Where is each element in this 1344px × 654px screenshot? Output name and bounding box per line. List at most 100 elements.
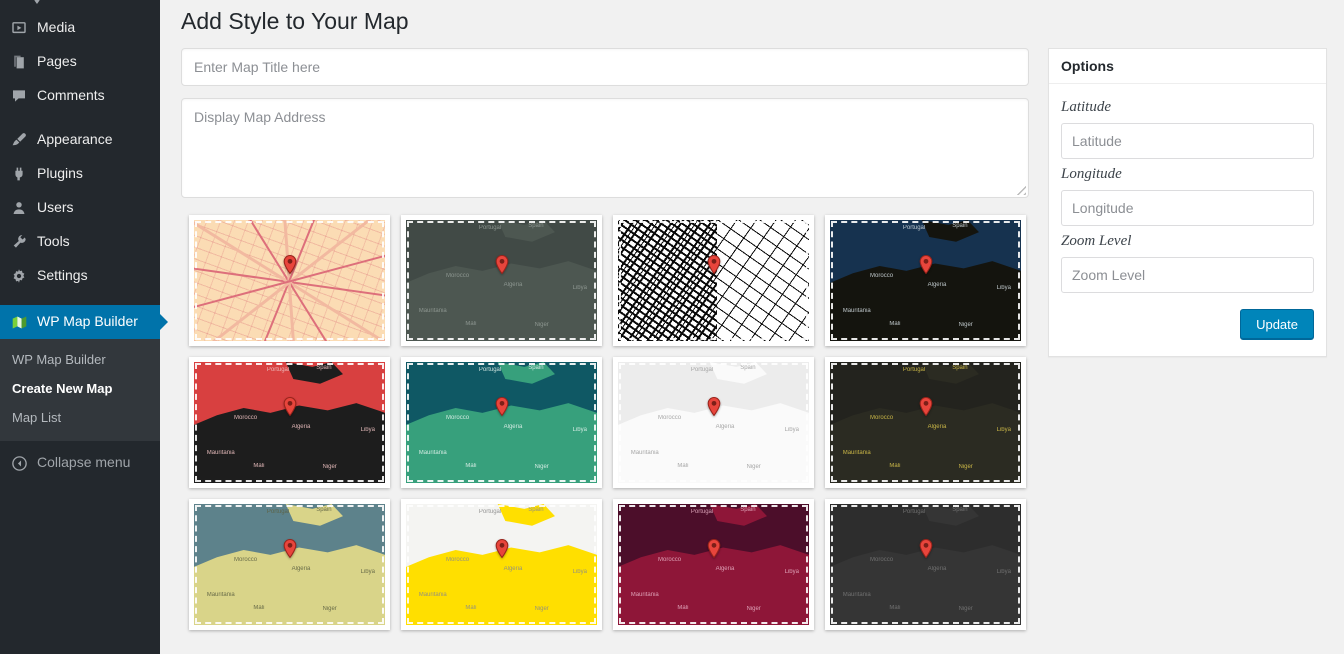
longitude-input[interactable] — [1061, 190, 1314, 226]
country-label: Mauritania — [206, 449, 235, 456]
sidebar-item-plugins[interactable]: Plugins — [0, 157, 160, 191]
country-label: Niger — [534, 606, 549, 613]
country-label: Niger — [746, 606, 761, 613]
country-label: Niger — [322, 606, 337, 613]
map-style-preview: Portugal Spain Morocco Algeria Mauritania Mal… — [194, 362, 385, 483]
pin-icon — [34, 0, 40, 4]
country-label: Spain — [316, 365, 332, 372]
country-label: Algeria — [503, 424, 523, 431]
land-shape — [194, 545, 385, 625]
map-marker-icon — [495, 255, 508, 279]
sidebar-item-wp-map-builder[interactable]: WP Map Builder — [0, 305, 160, 339]
country-label: Libya — [784, 568, 799, 575]
users-icon — [9, 198, 29, 218]
country-label: Mali — [677, 463, 689, 470]
country-label: Portugal — [478, 509, 502, 516]
map-style-preview: Portugal Spain Morocco Algeria Mauritania Mal… — [830, 220, 1021, 341]
update-button[interactable]: Update — [1240, 309, 1314, 340]
country-label: Niger — [534, 464, 549, 471]
tools-icon — [9, 232, 29, 252]
map-title-input[interactable] — [181, 48, 1029, 86]
map-style-preview — [194, 220, 385, 341]
sidebar-item-label: Media — [37, 19, 76, 36]
sidebar-item-users[interactable]: Users — [0, 191, 160, 225]
map-style-tile-dark-satellite[interactable]: Portugal Spain Morocco Algeria Mauritania Mal… — [825, 215, 1026, 346]
country-label: Spain — [528, 365, 544, 372]
map-style-tile-bright-yellow[interactable]: Portugal Spain Morocco Algeria Mauritania Mal… — [401, 499, 602, 630]
country-label: Algeria — [927, 566, 947, 573]
country-label: Morocco — [446, 556, 470, 563]
country-label: Algeria — [291, 424, 311, 431]
map-marker-icon — [283, 397, 296, 421]
map-style-tile-dark-flat[interactable]: Portugal Spain Morocco Algeria Mauritania Mal… — [401, 215, 602, 346]
sidebar-item-pages[interactable]: Pages — [0, 45, 160, 79]
country-label: Niger — [534, 322, 549, 329]
collapse-menu-button[interactable]: Collapse menu — [0, 446, 160, 480]
map-style-tile-light-minimal[interactable]: Portugal Spain Morocco Algeria Mauritania Mal… — [613, 357, 814, 488]
country-label: Niger — [958, 464, 973, 471]
country-label: Mali — [889, 605, 901, 612]
map-marker-icon — [283, 255, 296, 279]
map-style-preview: Portugal Spain Morocco Algeria Mauritania Mal… — [406, 362, 597, 483]
wp-map-builder-submenu: WP Map Builder Create New Map Map List — [0, 339, 160, 441]
country-label: Mali — [677, 605, 689, 612]
country-label: Algeria — [927, 424, 947, 431]
sidebar-item-settings[interactable]: Settings — [0, 259, 160, 293]
sidebar-item-media[interactable]: Media — [0, 11, 160, 45]
country-label: Spain — [528, 507, 544, 514]
zoom-level-input[interactable] — [1061, 257, 1314, 293]
country-label: Portugal — [902, 225, 926, 232]
map-address-input[interactable] — [181, 98, 1029, 198]
land-shape — [618, 403, 809, 483]
submenu-item-map-list[interactable]: Map List — [0, 403, 160, 432]
sidebar-item-comments[interactable]: Comments — [0, 79, 160, 113]
country-label: Mauritania — [842, 591, 871, 598]
collapse-icon — [9, 453, 29, 473]
country-label: Mauritania — [206, 591, 235, 598]
country-label: Libya — [572, 284, 587, 291]
map-style-preview: Portugal Spain Morocco Algeria Mauritania Mal… — [406, 220, 597, 341]
plugins-icon — [9, 164, 29, 184]
country-label: Niger — [746, 464, 761, 471]
land-shape — [406, 403, 597, 483]
map-style-tile-teal-green[interactable]: Portugal Spain Morocco Algeria Mauritania Mal… — [401, 357, 602, 488]
map-style-tile-slate-yellow[interactable]: Portugal Spain Morocco Algeria Mauritania Mal… — [189, 499, 390, 630]
land-shape — [830, 403, 1021, 483]
map-style-tile-light-roads[interactable] — [189, 215, 390, 346]
sidebar-item-label: Plugins — [37, 165, 83, 182]
country-label: Niger — [958, 606, 973, 613]
options-actions: Update — [1061, 309, 1314, 340]
country-label: Algeria — [715, 566, 735, 573]
map-style-tile-charcoal[interactable]: Portugal Spain Morocco Algeria Mauritania Mal… — [825, 499, 1026, 630]
country-label: Mauritania — [630, 449, 659, 456]
sidebar-item-label: Tools — [37, 233, 70, 250]
sidebar-item-label: Appearance — [37, 131, 113, 148]
map-marker-icon — [283, 539, 296, 563]
country-label: Mali — [465, 463, 477, 470]
submenu-item-wp-map-builder[interactable]: WP Map Builder — [0, 345, 160, 374]
sidebar-item-label: Settings — [37, 267, 88, 284]
country-label: Portugal — [690, 367, 714, 374]
map-marker-icon — [495, 539, 508, 563]
country-label: Portugal — [478, 367, 502, 374]
map-style-tile-red-black[interactable]: Portugal Spain Morocco Algeria Mauritania Mal… — [189, 357, 390, 488]
land-shape — [406, 545, 597, 625]
latitude-input[interactable] — [1061, 123, 1314, 159]
map-marker-icon — [919, 397, 932, 421]
map-style-tile-dark-yellow-labels[interactable]: Portugal Spain Morocco Algeria Mauritania Mal… — [825, 357, 1026, 488]
map-marker-icon — [707, 539, 720, 563]
country-label: Spain — [952, 365, 968, 372]
map-style-tile-crimson[interactable]: Portugal Spain Morocco Algeria Mauritania Mal… — [613, 499, 814, 630]
country-label: Portugal — [478, 225, 502, 232]
country-label: Morocco — [870, 272, 894, 279]
collapse-menu-label: Collapse menu — [37, 454, 131, 471]
country-label: Algeria — [715, 424, 735, 431]
options-panel: Options Latitude Longitude Zoom Level Up… — [1048, 48, 1327, 357]
sidebar-item-appearance[interactable]: Appearance — [0, 123, 160, 157]
sidebar-item-tools[interactable]: Tools — [0, 225, 160, 259]
media-icon — [9, 18, 29, 38]
submenu-item-create-new-map[interactable]: Create New Map — [0, 374, 160, 403]
map-style-tile-black-white-streets[interactable] — [613, 215, 814, 346]
latitude-label: Latitude — [1061, 99, 1112, 115]
page-title: Add Style to Your Map — [181, 8, 409, 34]
